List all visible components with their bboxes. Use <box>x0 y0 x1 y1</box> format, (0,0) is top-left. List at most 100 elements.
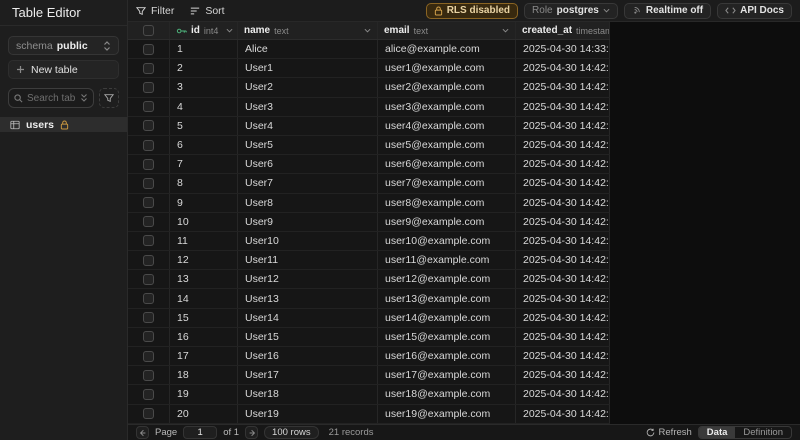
chevron-down-icon[interactable] <box>502 28 509 33</box>
cell-name[interactable]: User17 <box>238 366 378 385</box>
cell-name[interactable]: User5 <box>238 135 378 155</box>
cell-id[interactable]: 12 <box>170 251 238 270</box>
cell-created-at[interactable]: 2025-04-30 14:42:29.499338 <box>516 212 610 231</box>
cell-name[interactable]: User6 <box>238 155 378 174</box>
new-table-button[interactable]: New table <box>8 60 119 79</box>
cell-created-at[interactable]: 2025-04-30 14:42:29.499338 <box>516 78 610 97</box>
cell-id[interactable]: 15 <box>170 308 238 327</box>
row-checkbox[interactable] <box>143 369 154 381</box>
cell-email[interactable]: user14@example.com <box>378 308 516 327</box>
cell-email[interactable]: user17@example.com <box>378 366 516 385</box>
row-checkbox[interactable] <box>143 197 154 209</box>
cell-name[interactable]: User14 <box>238 308 378 327</box>
cell-name[interactable]: User7 <box>238 174 378 193</box>
cell-email[interactable]: user10@example.com <box>378 231 516 251</box>
cell-created-at[interactable]: 2025-04-30 14:33:57.32761 <box>516 40 610 59</box>
cell-created-at[interactable]: 2025-04-30 14:42:29.499338 <box>516 174 610 193</box>
cell-email[interactable]: user19@example.com <box>378 404 516 423</box>
filter-button[interactable]: Filter <box>136 5 174 17</box>
chevron-down-icon[interactable] <box>226 28 233 33</box>
prev-page-button[interactable] <box>136 426 149 439</box>
row-checkbox[interactable] <box>143 388 154 400</box>
cell-name[interactable]: User19 <box>238 404 378 423</box>
row-checkbox[interactable] <box>143 254 154 266</box>
row-checkbox[interactable] <box>143 81 154 93</box>
cell-created-at[interactable]: 2025-04-30 14:42:29.499338 <box>516 347 610 366</box>
row-checkbox[interactable] <box>143 62 154 74</box>
rows-per-page-button[interactable]: 100 rows <box>264 426 319 439</box>
cell-email[interactable]: user7@example.com <box>378 174 516 193</box>
select-all-checkbox[interactable] <box>143 25 154 36</box>
cell-name[interactable]: User10 <box>238 231 378 251</box>
cell-name[interactable]: User16 <box>238 347 378 366</box>
page-number-input[interactable] <box>183 426 218 439</box>
sidebar-item-users-table[interactable]: users <box>0 117 127 132</box>
cell-created-at[interactable]: 2025-04-30 14:42:29.499338 <box>516 366 610 385</box>
row-checkbox[interactable] <box>143 312 154 324</box>
cell-id[interactable]: 1 <box>170 40 238 59</box>
cell-email[interactable]: user13@example.com <box>378 289 516 308</box>
cell-email[interactable]: user1@example.com <box>378 59 516 78</box>
cell-id[interactable]: 16 <box>170 327 238 346</box>
cell-id[interactable]: 2 <box>170 59 238 78</box>
cell-created-at[interactable]: 2025-04-30 14:42:29.499338 <box>516 289 610 308</box>
cell-id[interactable]: 10 <box>170 212 238 231</box>
row-checkbox[interactable] <box>143 273 154 285</box>
column-header-id[interactable]: id int4 <box>170 22 238 39</box>
cell-name[interactable]: User3 <box>238 97 378 116</box>
next-page-button[interactable] <box>245 426 259 439</box>
row-checkbox[interactable] <box>143 158 154 170</box>
row-checkbox[interactable] <box>143 331 154 343</box>
cell-name[interactable]: User4 <box>238 116 378 135</box>
cell-email[interactable]: user16@example.com <box>378 347 516 366</box>
filter-tables-button[interactable] <box>99 88 119 108</box>
cell-email[interactable]: alice@example.com <box>378 40 516 59</box>
row-checkbox[interactable] <box>143 101 154 113</box>
row-checkbox[interactable] <box>143 293 154 305</box>
cell-id[interactable]: 5 <box>170 116 238 135</box>
cell-name[interactable]: User9 <box>238 212 378 231</box>
tab-data[interactable]: Data <box>698 427 736 438</box>
column-header-name[interactable]: name text <box>238 22 378 39</box>
row-checkbox[interactable] <box>143 216 154 228</box>
cell-created-at[interactable]: 2025-04-30 14:42:29.499338 <box>516 59 610 78</box>
role-select[interactable]: Role postgres <box>524 2 618 19</box>
row-checkbox[interactable] <box>143 408 154 420</box>
cell-id[interactable]: 13 <box>170 270 238 289</box>
rls-disabled-button[interactable]: RLS disabled <box>425 2 519 19</box>
sort-button[interactable]: Sort <box>190 5 225 17</box>
cell-created-at[interactable]: 2025-04-30 14:42:29.499338 <box>516 251 610 270</box>
cell-name[interactable]: User13 <box>238 289 378 308</box>
cell-email[interactable]: user15@example.com <box>378 327 516 346</box>
cell-created-at[interactable]: 2025-04-30 14:42:29.499338 <box>516 231 610 251</box>
cell-name[interactable]: User2 <box>238 78 378 97</box>
cell-id[interactable]: 6 <box>170 135 238 155</box>
cell-created-at[interactable]: 2025-04-30 14:42:29.499338 <box>516 385 610 404</box>
api-docs-button[interactable]: API Docs <box>717 2 792 19</box>
cell-name[interactable]: User15 <box>238 327 378 346</box>
cell-email[interactable]: user8@example.com <box>378 193 516 212</box>
row-checkbox[interactable] <box>143 120 154 132</box>
cell-created-at[interactable]: 2025-04-30 14:42:29.499338 <box>516 270 610 289</box>
cell-id[interactable]: 19 <box>170 385 238 404</box>
cell-created-at[interactable]: 2025-04-30 14:42:29.499338 <box>516 155 610 174</box>
tab-definition[interactable]: Definition <box>735 427 791 438</box>
cell-name[interactable]: User8 <box>238 193 378 212</box>
row-checkbox[interactable] <box>143 43 154 55</box>
cell-id[interactable]: 3 <box>170 78 238 97</box>
column-header-email[interactable]: email text <box>378 22 516 39</box>
realtime-button[interactable]: Realtime off <box>623 2 712 19</box>
double-chevron-down-icon[interactable] <box>80 93 88 103</box>
cell-created-at[interactable]: 2025-04-30 14:42:29.499338 <box>516 116 610 135</box>
cell-email[interactable]: user6@example.com <box>378 155 516 174</box>
cell-email[interactable]: user4@example.com <box>378 116 516 135</box>
cell-email[interactable]: user5@example.com <box>378 135 516 155</box>
cell-email[interactable]: user9@example.com <box>378 212 516 231</box>
search-tables-input[interactable] <box>27 92 76 104</box>
row-checkbox[interactable] <box>143 235 154 247</box>
cell-email[interactable]: user3@example.com <box>378 97 516 116</box>
cell-id[interactable]: 20 <box>170 404 238 423</box>
cell-created-at[interactable]: 2025-04-30 14:42:29.499338 <box>516 404 610 423</box>
chevron-down-icon[interactable] <box>364 28 371 33</box>
cell-id[interactable]: 17 <box>170 347 238 366</box>
